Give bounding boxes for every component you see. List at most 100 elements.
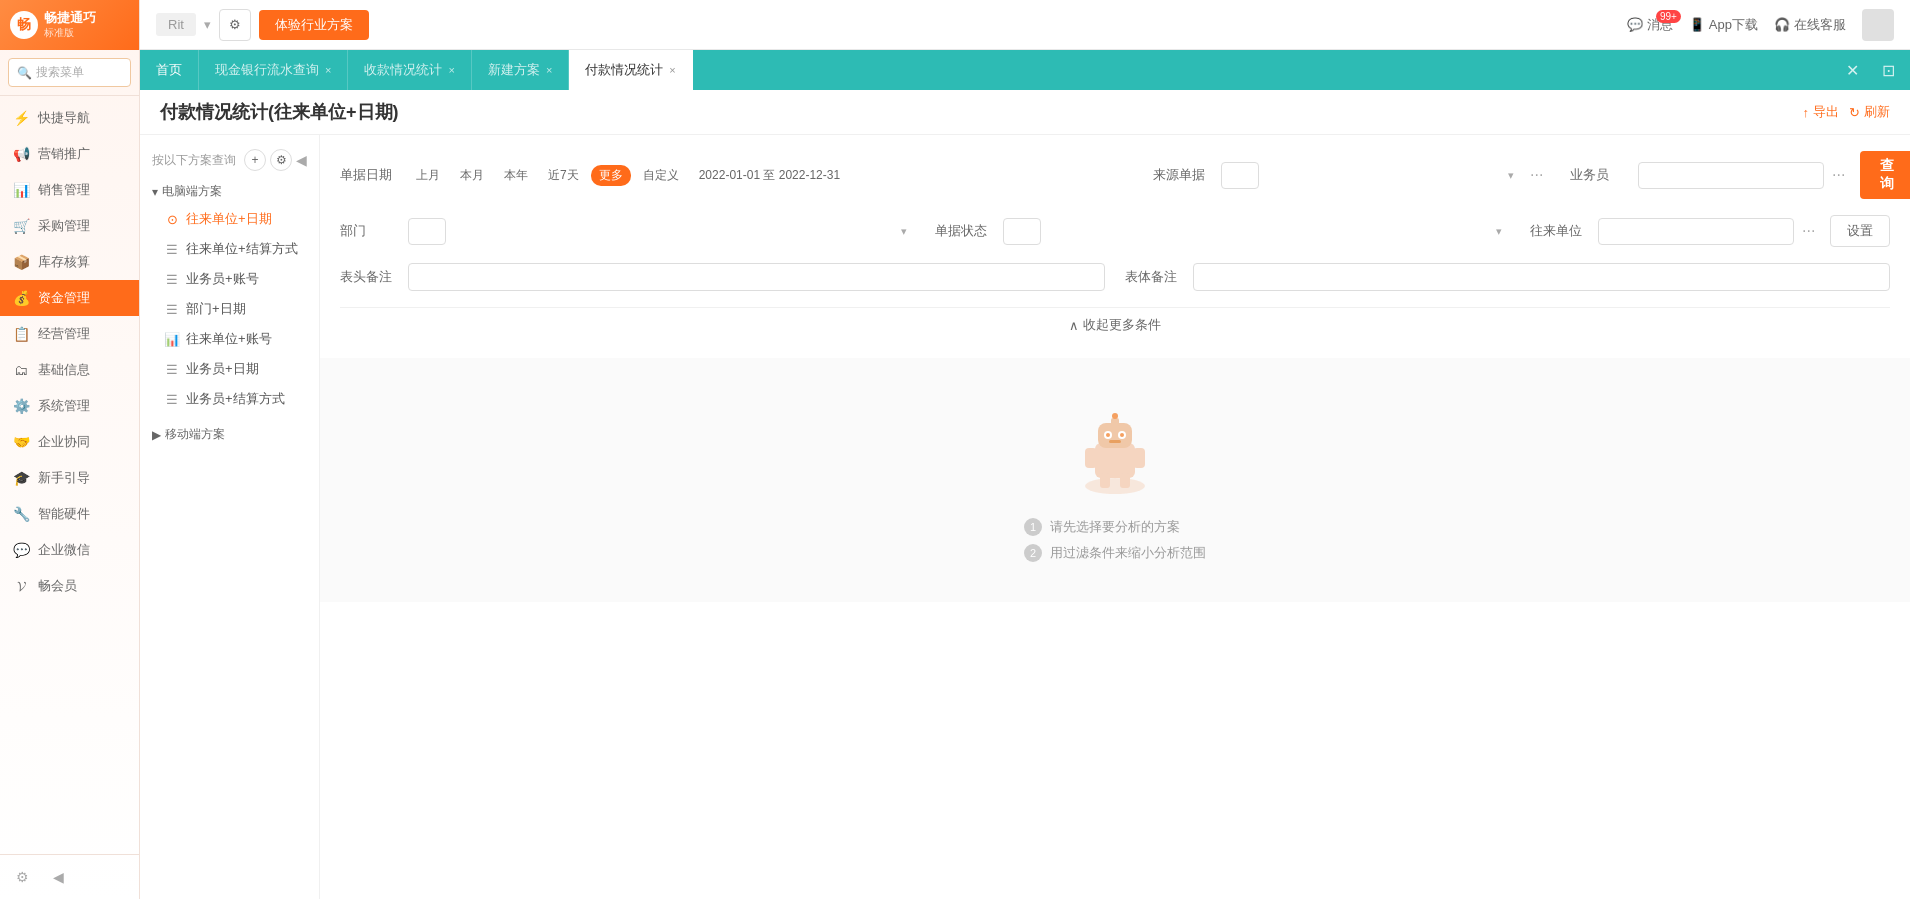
source-select[interactable] [1221, 162, 1259, 189]
sidebar-item-guide[interactable]: 🎓 新手引导 [0, 460, 139, 496]
collapse-scheme-panel-button[interactable]: ◀ [296, 149, 307, 171]
svg-rect-6 [1098, 423, 1132, 448]
sidebar-item-collab[interactable]: 🤝 企业协同 [0, 424, 139, 460]
svg-rect-5 [1120, 473, 1130, 488]
online-service-button[interactable]: 🎧 在线客服 [1774, 16, 1846, 34]
page-header-actions: ↑ 导出 ↻ 刷新 [1803, 103, 1891, 121]
sidebar-item-weixin[interactable]: 💬 企业微信 [0, 532, 139, 568]
search-icon: 🔍 [17, 66, 32, 80]
doc-status-field: 单据状态 ▾ [935, 218, 1510, 245]
head-note-input[interactable] [408, 263, 1105, 291]
tab-cash-flow[interactable]: 现金银行流水查询 × [199, 50, 348, 90]
more-dates-btn[interactable]: 更多 [591, 165, 631, 186]
add-scheme-button[interactable]: + [244, 149, 266, 171]
notifications-button[interactable]: 💬 消息 99+ [1627, 16, 1673, 34]
mobile-schemes-group: ▶ 移动端方案 [140, 422, 319, 455]
settings-footer-button[interactable]: ⚙ [8, 863, 36, 891]
main-content: 按以下方案查询 + ⚙ ◀ ▾ 电脑端方案 ⊙ 往来单位+日期 [140, 135, 1910, 899]
refresh-button[interactable]: ↻ 刷新 [1849, 103, 1890, 121]
date-shortcuts: 上月 本月 本年 近7天 更多 自定义 2022-01-01 至 2022-12… [408, 164, 840, 187]
sidebar-item-quick-nav[interactable]: ⚡ 快捷导航 [0, 100, 139, 136]
tab-collection[interactable]: 收款情况统计 × [348, 50, 471, 90]
settings-scheme-button[interactable]: ⚙ [270, 149, 292, 171]
sidebar-item-smart-hw[interactable]: 🔧 智能硬件 [0, 496, 139, 532]
refresh-icon: ↻ [1849, 105, 1860, 120]
this-year-btn[interactable]: 本年 [496, 164, 536, 187]
tab-new-scheme[interactable]: 新建方案 × [472, 50, 569, 90]
app-download-button[interactable]: 📱 App下载 [1689, 16, 1758, 34]
topbar: Rit ▾ ⚙ 体验行业方案 💬 消息 99+ 📱 App下载 🎧 在线客服 [140, 0, 1910, 50]
search-menu-button[interactable]: 🔍 搜索菜单 [8, 58, 131, 87]
scheme-icon: ☰ [164, 271, 180, 287]
mobile-group-arrow-icon: ▶ [152, 428, 161, 442]
close-cash-flow-tab-icon[interactable]: × [325, 64, 331, 76]
sales-icon: 📊 [12, 181, 30, 199]
last-7days-btn[interactable]: 近7天 [540, 164, 587, 187]
filter-row-1: 单据日期 上月 本月 本年 近7天 更多 自定义 2022-01-01 至 20… [340, 151, 1890, 199]
close-new-scheme-tab-icon[interactable]: × [546, 64, 552, 76]
sidebar-item-label: 企业微信 [38, 541, 90, 559]
staff-input[interactable] [1638, 162, 1824, 189]
collapse-more-btn[interactable]: ∧ 收起更多条件 [340, 307, 1890, 342]
staff-dots[interactable]: ··· [1832, 166, 1852, 184]
scheme-item-staff-settle[interactable]: ☰ 业务员+结算方式 [140, 384, 319, 414]
desktop-group-title[interactable]: ▾ 电脑端方案 [140, 179, 319, 204]
doc-status-select[interactable] [1003, 218, 1041, 245]
close-collection-tab-icon[interactable]: × [448, 64, 454, 76]
scheme-item-unit-date[interactable]: ⊙ 往来单位+日期 [140, 204, 319, 234]
workspace-name: Rit [156, 13, 196, 36]
tip-num-2: 2 [1024, 544, 1042, 562]
counterparty-dots[interactable]: ··· [1802, 222, 1822, 240]
scheme-icon: ☰ [164, 391, 180, 407]
sidebar-item-system[interactable]: ⚙️ 系统管理 [0, 388, 139, 424]
sidebar-item-operation[interactable]: 📋 经营管理 [0, 316, 139, 352]
close-all-tabs-button[interactable]: ✕ [1838, 56, 1866, 84]
scheme-item-staff-date[interactable]: ☰ 业务员+日期 [140, 354, 319, 384]
doc-status-label: 单据状态 [935, 222, 995, 240]
source-dots[interactable]: ··· [1530, 166, 1550, 184]
topbar-settings-button[interactable]: ⚙ [219, 9, 251, 41]
query-button[interactable]: 查询 [1860, 151, 1910, 199]
tabbar: 首页 现金银行流水查询 × 收款情况统计 × 新建方案 × 付款情况统计 × ✕… [140, 50, 1910, 90]
sidebar-item-vip[interactable]: 𝓥 畅会员 [0, 568, 139, 604]
sidebar-item-inventory[interactable]: 📦 库存核算 [0, 244, 139, 280]
source-chevron-icon: ▾ [1508, 169, 1514, 182]
sidebar-item-finance[interactable]: 💰 资金管理 [0, 280, 139, 316]
scheme-item-unit-account[interactable]: 📊 往来单位+账号 [140, 324, 319, 354]
sidebar-item-basic-info[interactable]: 🗂 基础信息 [0, 352, 139, 388]
scheme-item-staff-account[interactable]: ☰ 业务员+账号 [140, 264, 319, 294]
scheme-item-unit-settle[interactable]: ☰ 往来单位+结算方式 [140, 234, 319, 264]
staff-label: 业务员 [1570, 166, 1630, 184]
filter-settings-button[interactable]: 设置 [1830, 215, 1890, 247]
scheme-item-dept-date[interactable]: ☰ 部门+日期 [140, 294, 319, 324]
logo-icon: 畅 [10, 11, 38, 39]
sidebar-item-label: 系统管理 [38, 397, 90, 415]
this-month-btn[interactable]: 本月 [452, 164, 492, 187]
mobile-group-title[interactable]: ▶ 移动端方案 [140, 422, 319, 447]
inventory-icon: 📦 [12, 253, 30, 271]
collapse-sidebar-button[interactable]: ◀ [44, 863, 72, 891]
tab-home[interactable]: 首页 [140, 50, 199, 90]
trial-button[interactable]: 体验行业方案 [259, 10, 369, 40]
svg-rect-11 [1109, 440, 1121, 443]
dept-select[interactable] [408, 218, 446, 245]
counterparty-field: 往来单位 ··· 设置 [1530, 215, 1890, 247]
user-avatar[interactable] [1862, 9, 1894, 41]
maximize-button[interactable]: ⊡ [1874, 56, 1902, 84]
empty-tip-2: 2 用过滤条件来缩小分析范围 [1024, 544, 1206, 562]
page-header: 付款情况统计(往来单位+日期) ↑ 导出 ↻ 刷新 [140, 90, 1910, 135]
system-icon: ⚙️ [12, 397, 30, 415]
workspace-chevron-icon[interactable]: ▾ [204, 17, 211, 32]
body-note-input[interactable] [1193, 263, 1890, 291]
export-button[interactable]: ↑ 导出 [1803, 103, 1840, 121]
sidebar-item-purchase[interactable]: 🛒 采购管理 [0, 208, 139, 244]
sidebar-item-sales[interactable]: 📊 销售管理 [0, 172, 139, 208]
custom-date-btn[interactable]: 自定义 [635, 164, 687, 187]
service-icon: 🎧 [1774, 17, 1790, 32]
sidebar-item-label: 销售管理 [38, 181, 90, 199]
counterparty-input[interactable] [1598, 218, 1794, 245]
last-month-btn[interactable]: 上月 [408, 164, 448, 187]
close-payment-stat-tab-icon[interactable]: × [669, 64, 675, 76]
sidebar-item-marketing[interactable]: 📢 营销推广 [0, 136, 139, 172]
tab-payment-stat[interactable]: 付款情况统计 × [569, 50, 692, 90]
